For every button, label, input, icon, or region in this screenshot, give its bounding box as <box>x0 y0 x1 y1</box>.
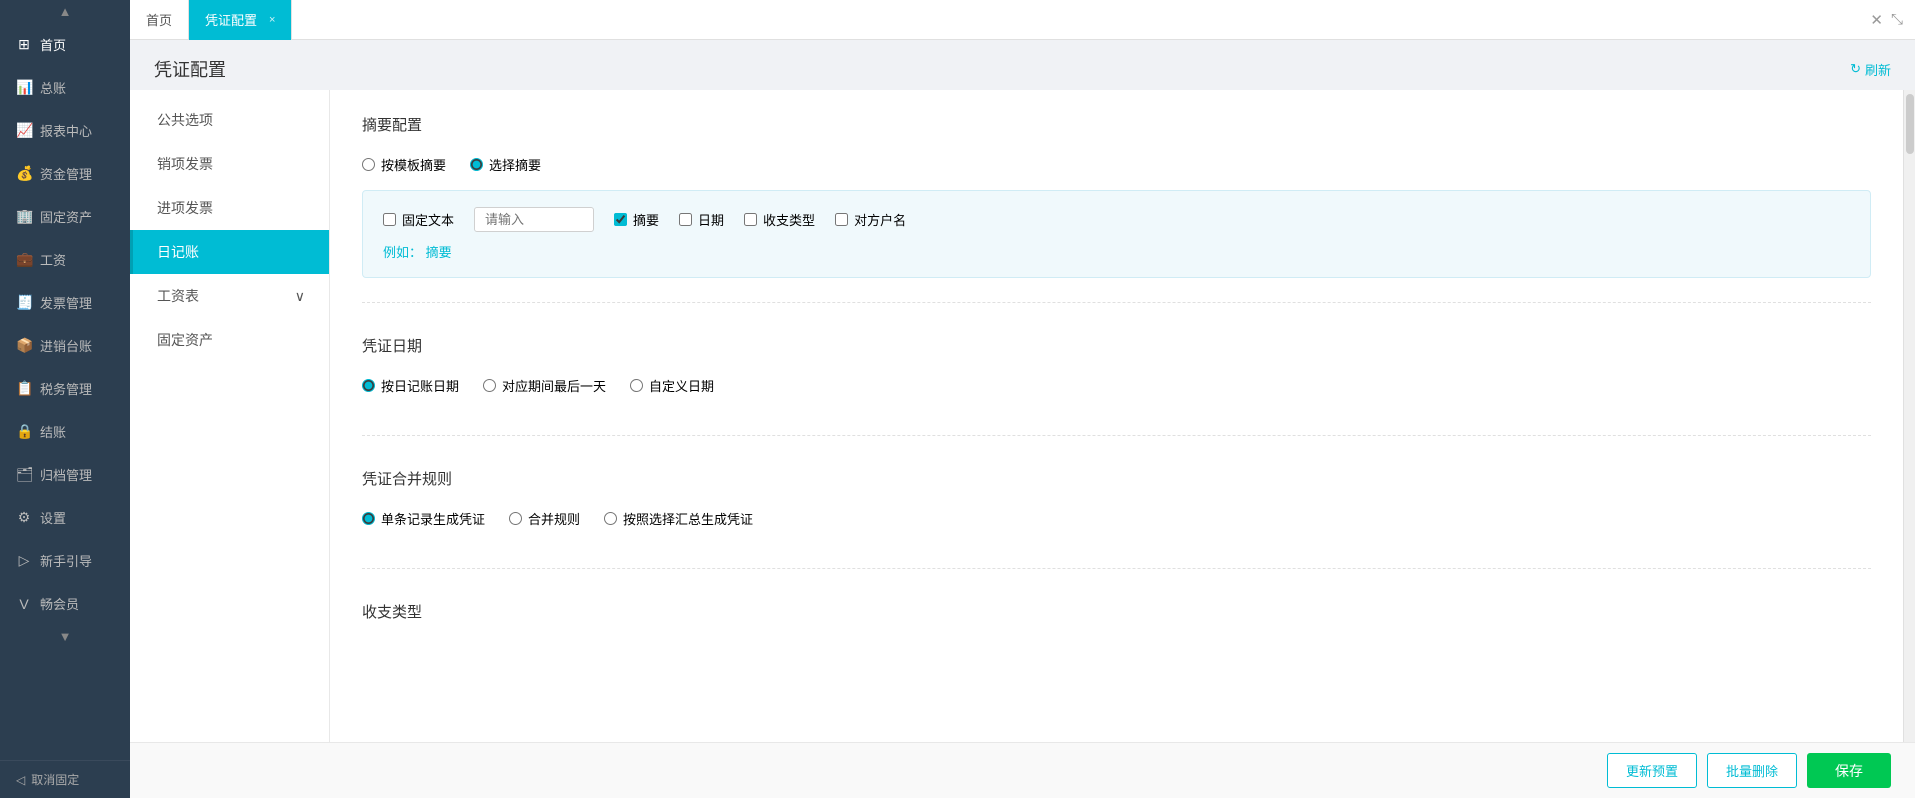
sidebar-item-reports[interactable]: 📈 报表中心 <box>0 109 130 152</box>
scrollbar-thumb <box>1906 94 1914 154</box>
section-title-summary: 摘要配置 <box>362 114 1871 135</box>
sidebar-item-member[interactable]: V 畅会员 <box>0 582 130 625</box>
cancel-fixed-button[interactable]: ◁ 取消固定 <box>0 760 130 798</box>
sidebar-item-purchase[interactable]: 📦 进销台账 <box>0 324 130 367</box>
radio-select-summary[interactable]: 选择摘要 <box>470 155 541 174</box>
example-text: 例如： 摘要 <box>383 242 1850 261</box>
section-title-date: 凭证日期 <box>362 335 1871 356</box>
batch-delete-button[interactable]: 批量删除 <box>1707 753 1797 788</box>
radio-period-last[interactable]: 对应期间最后一天 <box>483 376 606 395</box>
sidebar-item-assets[interactable]: 🏢 固定资产 <box>0 195 130 238</box>
invoice-icon: 🧾 <box>16 294 32 311</box>
section-voucher-date: 凭证日期 按日记账日期 对应期间最后一天 <box>362 335 1871 436</box>
radio-template-summary[interactable]: 按模板摘要 <box>362 155 446 174</box>
sidebar-item-tax[interactable]: 📋 税务管理 <box>0 367 130 410</box>
sidebar-item-ledger[interactable]: 📊 总账 <box>0 66 130 109</box>
sidebar-item-invoice[interactable]: 🧾 发票管理 <box>0 281 130 324</box>
radio-merge-rule[interactable]: 合并规则 <box>509 509 580 528</box>
bottom-action-bar: 更新预置 批量删除 保存 <box>130 742 1915 798</box>
tab-home[interactable]: 首页 <box>130 0 189 40</box>
page-header: 凭证配置 ↻ 刷新 <box>130 40 1915 90</box>
checkbox-income-type[interactable]: 收支类型 <box>744 210 815 229</box>
radio-by-select[interactable]: 按照选择汇总生成凭证 <box>604 509 753 528</box>
section-title-income: 收支类型 <box>362 601 1871 622</box>
radio-custom-date[interactable]: 自定义日期 <box>630 376 714 395</box>
sidebar-item-guide[interactable]: ▷ 新手引导 <box>0 539 130 582</box>
sidebar-item-archive[interactable]: 🗂 归档管理 <box>0 453 130 496</box>
nav-item-payroll-table[interactable]: 工资表 ∨ <box>130 274 329 318</box>
purchase-icon: 📦 <box>16 337 32 354</box>
section-income-type: 收支类型 <box>362 601 1871 666</box>
left-nav: 公共选项 销项发票 进项发票 日记账 工资表 ∨ <box>130 90 330 742</box>
summary-config-box: 固定文本 摘要 日期 <box>362 190 1871 278</box>
guide-icon: ▷ <box>16 552 32 569</box>
reports-icon: 📈 <box>16 122 32 139</box>
checkbox-counterpart[interactable]: 对方户名 <box>835 210 906 229</box>
tax-icon: 📋 <box>16 380 32 397</box>
settings-icon: ⚙ <box>16 509 32 526</box>
summary-radio-group: 按模板摘要 选择摘要 <box>362 155 1871 174</box>
outer-scrollbar[interactable] <box>1903 90 1915 742</box>
sidebar-item-home[interactable]: ⊞ 首页 <box>0 23 130 66</box>
sidebar-item-funds[interactable]: 💰 资金管理 <box>0 152 130 195</box>
inner-layout: 公共选项 销项发票 进项发票 日记账 工资表 ∨ <box>130 90 1915 742</box>
fixed-text-input[interactable] <box>474 207 594 232</box>
refresh-button[interactable]: ↻ 刷新 <box>1850 60 1891 79</box>
nav-item-fixed-assets[interactable]: 固定资产 <box>130 318 329 362</box>
checkbox-date[interactable]: 日期 <box>679 210 724 229</box>
funds-icon: 💰 <box>16 165 32 182</box>
nav-item-journal[interactable]: 日记账 <box>130 230 329 274</box>
payroll-icon: 💼 <box>16 251 32 268</box>
nav-item-purchase-inv[interactable]: 进项发票 <box>130 186 329 230</box>
pin-icon: ◁ <box>16 773 25 787</box>
closing-icon: 🔒 <box>16 423 32 440</box>
merge-radio-group: 单条记录生成凭证 合并规则 按照选择汇总生成凭证 <box>362 509 1871 528</box>
window-controls: ✕ ⤡ <box>1870 11 1915 29</box>
section-title-merge: 凭证合并规则 <box>362 468 1871 489</box>
sidebar-item-settings[interactable]: ⚙ 设置 <box>0 496 130 539</box>
main-area: 首页 凭证配置 × ✕ ⤡ 凭证配置 ↻ 刷新 <box>130 0 1915 798</box>
sidebar-scroll-up[interactable]: ▲ <box>0 0 130 23</box>
chevron-down-icon: ∨ <box>295 288 305 305</box>
refresh-icon: ↻ <box>1850 61 1861 77</box>
radio-single-record[interactable]: 单条记录生成凭证 <box>362 509 485 528</box>
sidebar-item-closing[interactable]: 🔒 结账 <box>0 410 130 453</box>
date-radio-group: 按日记账日期 对应期间最后一天 自定义日期 <box>362 376 1871 395</box>
page-title: 凭证配置 <box>154 56 226 82</box>
sidebar-scroll-down[interactable]: ▼ <box>0 625 130 648</box>
archive-icon: 🗂 <box>16 466 32 483</box>
home-icon: ⊞ <box>16 36 32 53</box>
radio-journal-date[interactable]: 按日记账日期 <box>362 376 459 395</box>
section-merge-rule: 凭证合并规则 单条记录生成凭证 合并规则 <box>362 468 1871 569</box>
checkbox-row: 固定文本 摘要 日期 <box>383 207 1850 232</box>
right-panel: 摘要配置 按模板摘要 选择摘要 <box>330 90 1903 742</box>
maximize-window-icon[interactable]: ⤡ <box>1891 11 1903 29</box>
checkbox-abstract[interactable]: 摘要 <box>614 210 659 229</box>
tab-close-icon[interactable]: × <box>269 14 275 26</box>
member-icon: V <box>16 596 32 612</box>
close-window-icon[interactable]: ✕ <box>1870 11 1883 29</box>
content-wrapper: 凭证配置 ↻ 刷新 公共选项 销项发票 进项发票 <box>130 40 1915 798</box>
tab-voucher-config[interactable]: 凭证配置 × <box>189 0 292 40</box>
tab-bar: 首页 凭证配置 × ✕ ⤡ <box>130 0 1915 40</box>
ledger-icon: 📊 <box>16 79 32 96</box>
sidebar-item-payroll[interactable]: 💼 工资 <box>0 238 130 281</box>
sidebar: ▲ ⊞ 首页 📊 总账 📈 报表中心 💰 资金管理 🏢 固定资产 💼 工资 🧾 … <box>0 0 130 798</box>
assets-icon: 🏢 <box>16 208 32 225</box>
checkbox-fixed-text[interactable]: 固定文本 <box>383 210 454 229</box>
nav-item-public[interactable]: 公共选项 <box>130 98 329 142</box>
update-preview-button[interactable]: 更新预置 <box>1607 753 1697 788</box>
section-summary: 摘要配置 按模板摘要 选择摘要 <box>362 114 1871 303</box>
save-button[interactable]: 保存 <box>1807 753 1891 788</box>
nav-item-sales[interactable]: 销项发票 <box>130 142 329 186</box>
page-content: 凭证配置 ↻ 刷新 公共选项 销项发票 进项发票 <box>130 40 1915 798</box>
